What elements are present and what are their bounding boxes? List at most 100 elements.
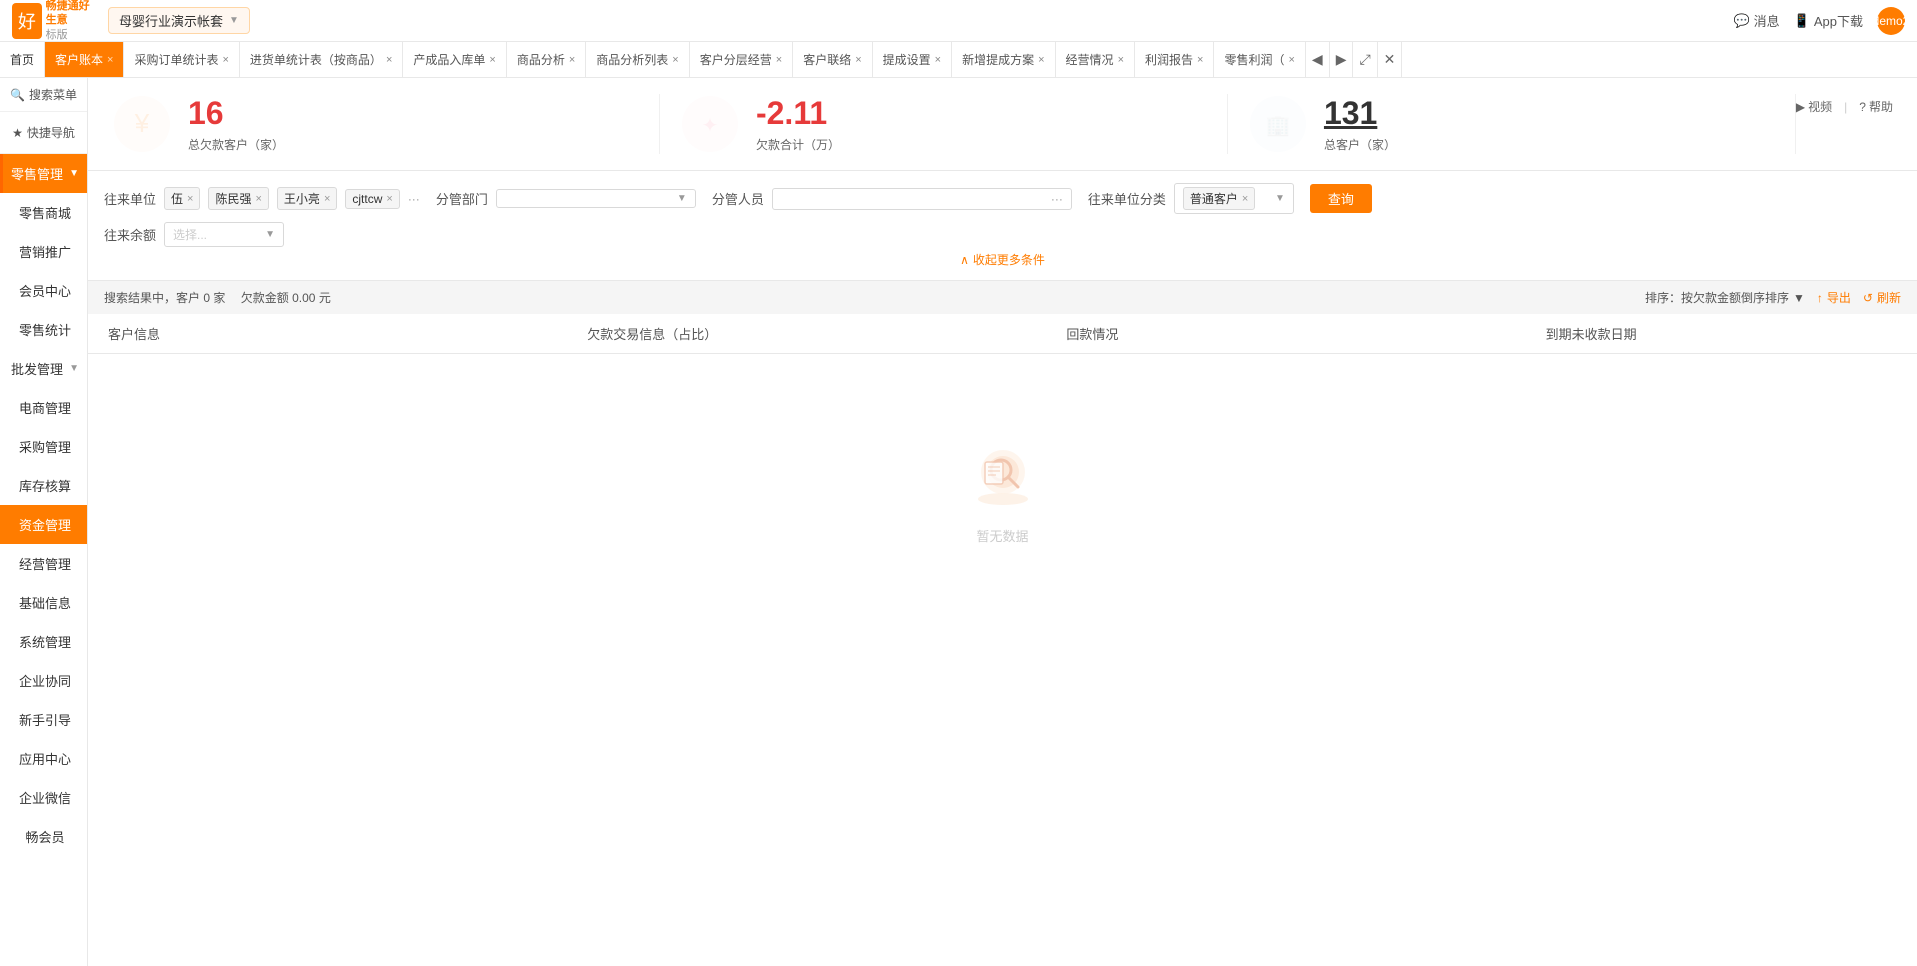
tab-commission-set[interactable]: 提成设置 × [873,42,952,78]
collapse-button[interactable]: ∧ 收起更多条件 [104,251,1901,268]
tab-prev-button[interactable]: ◀ [1306,42,1330,78]
overdue-amount-value: -2.11 [756,95,840,132]
chevron-up-icon: ∧ [960,253,969,267]
stat-info-total: 131 总客户（家） [1324,95,1396,153]
tab-purchase-stat[interactable]: 进货单统计表（按商品） × [240,42,403,78]
close-tab-icon[interactable]: × [1288,54,1294,66]
svg-text:🏢: 🏢 [1265,115,1290,137]
close-tab-icon[interactable]: × [107,54,113,66]
video-button[interactable]: ▶ 视频 [1796,98,1832,115]
empty-icon [963,434,1043,514]
tab-home[interactable]: 首页 [0,42,45,78]
overdue-amount-label: 欠款合计（万） [756,136,840,153]
sidebar-item-guide[interactable]: 新手引导 [0,700,87,739]
tab-fullscreen-button[interactable]: ⤢ [1353,42,1377,78]
money-icon: ¥ [112,94,172,154]
filter-tag-unit1[interactable]: 伍 × [164,187,200,210]
remove-tag-icon[interactable]: × [386,193,392,205]
close-tab-icon[interactable]: × [1038,54,1044,66]
remove-category-icon[interactable]: × [1242,193,1248,205]
col-due-date: 到期未收款日期 [1542,324,1901,343]
sidebar-item-enterprise[interactable]: 企业协同 [0,661,87,700]
sidebar-item-wechat[interactable]: 企业微信 [0,778,87,817]
close-tab-icon[interactable]: × [386,54,392,66]
filter-tag-unit2[interactable]: 陈民强 × [208,187,268,210]
col-customer-info: 客户信息 [104,324,583,343]
account-selector[interactable]: 母婴行业演示帐套 ▼ [108,7,250,34]
stats-bar: ¥ 16 总欠款客户（家） ✦ -2.11 欠款合计（ [88,78,1917,171]
export-button[interactable]: ↑ 导出 [1817,289,1851,306]
sidebar-item-retail-shop[interactable]: 零售商城 [0,193,87,232]
tab-retail-profit[interactable]: 零售利润（ × [1214,42,1305,78]
sidebar-item-basic-info[interactable]: 基础信息 [0,583,87,622]
tab-purchase-order[interactable]: 采购订单统计表 × [124,42,239,78]
chevron-down-icon: ▼ [69,363,79,374]
help-button[interactable]: ? 帮助 [1859,98,1893,115]
remove-tag-icon[interactable]: × [324,193,330,205]
balance-select[interactable]: 选择... ▼ [164,222,284,247]
remove-tag-icon[interactable]: × [255,193,261,205]
filter-tag-unit3[interactable]: 王小亮 × [277,187,337,210]
tab-customer-layer[interactable]: 客户分层经营 × [690,42,793,78]
sidebar-item-system[interactable]: 系统管理 [0,622,87,661]
tab-customer-book[interactable]: 客户账本 × [45,42,124,78]
tab-profit-report[interactable]: 利润报告 × [1135,42,1214,78]
quick-nav-button[interactable]: ★ 快捷导航 [0,118,87,147]
close-tab-icon[interactable]: × [935,54,941,66]
chevron-down-icon: ▼ [1275,193,1285,204]
query-button[interactable]: 查询 [1310,184,1372,213]
sidebar-item-purchase[interactable]: 采购管理 [0,427,87,466]
sidebar-item-business[interactable]: 经营管理 [0,544,87,583]
category-select[interactable]: 普通客户 × ▼ [1174,183,1294,214]
filter-more-button[interactable]: ··· [408,192,420,206]
sidebar-item-vip[interactable]: 畅会员 [0,817,87,856]
tab-product-list[interactable]: 商品分析列表 × [586,42,689,78]
tab-product-inbound[interactable]: 产成品入库单 × [403,42,506,78]
sidebar-item-app-center[interactable]: 应用中心 [0,739,87,778]
result-actions: 排序：按欠款金额倒序排序 ▼ ↑ 导出 ↺ 刷新 [1645,289,1901,306]
sidebar-item-retail-stat[interactable]: 零售统计 [0,310,87,349]
sidebar-search-button[interactable]: 🔍 搜索菜单 [0,78,87,112]
empty-state: 暂无数据 [88,354,1917,625]
close-tab-icon[interactable]: × [1197,54,1203,66]
tab-business-status[interactable]: 经营情况 × [1056,42,1135,78]
close-tab-icon[interactable]: × [222,54,228,66]
play-icon: ▶ [1796,100,1805,114]
refresh-button[interactable]: ↺ 刷新 [1863,289,1901,306]
amount-text: 欠款金额 0.00 元 [241,291,331,305]
close-tab-icon[interactable]: × [776,54,782,66]
balance-label: 往来余额 [104,225,156,244]
sidebar-item-marketing[interactable]: 营销推广 [0,232,87,271]
sidebar-item-member[interactable]: 会员中心 [0,271,87,310]
tab-product-analysis[interactable]: 商品分析 × [507,42,586,78]
sidebar-item-retail[interactable]: 零售管理 ▼ [0,154,87,193]
chevron-down-icon: ▼ [265,229,275,240]
close-tab-icon[interactable]: × [489,54,495,66]
dept-label: 分管部门 [436,189,488,208]
dept-select[interactable]: ▼ [496,189,696,208]
sort-button[interactable]: 排序：按欠款金额倒序排序 ▼ [1645,289,1805,306]
close-tab-icon[interactable]: × [855,54,861,66]
avatar[interactable]: demo2 [1877,7,1905,35]
tab-add-commission[interactable]: 新增提成方案 × [952,42,1055,78]
close-tab-icon[interactable]: × [569,54,575,66]
app-download-button[interactable]: 📱 App下载 [1794,11,1863,30]
category-tag[interactable]: 普通客户 × [1183,187,1255,210]
close-tab-icon[interactable]: × [1118,54,1124,66]
message-button[interactable]: 💬 消息 [1733,11,1779,30]
close-tab-icon[interactable]: × [672,54,678,66]
logo-icon: 好 [12,3,42,39]
person-select[interactable]: ··· [772,188,1072,210]
filter-tag-unit4[interactable]: cjttcw × [345,189,399,209]
tab-close-all-button[interactable]: ✕ [1378,42,1403,78]
sidebar-item-wholesale[interactable]: 批发管理 ▼ [0,349,87,388]
stat-info-amount: -2.11 欠款合计（万） [756,95,840,153]
sidebar-item-ecommerce[interactable]: 电商管理 [0,388,87,427]
sidebar-item-finance[interactable]: 资金管理 [0,505,87,544]
tab-next-button[interactable]: ▶ [1330,42,1354,78]
tab-customer-contact[interactable]: 客户联络 × [793,42,872,78]
total-customer-value[interactable]: 131 [1324,95,1396,132]
remove-tag-icon[interactable]: × [187,193,193,205]
sidebar-item-inventory[interactable]: 库存核算 [0,466,87,505]
building-icon: 🏢 [1248,94,1308,154]
